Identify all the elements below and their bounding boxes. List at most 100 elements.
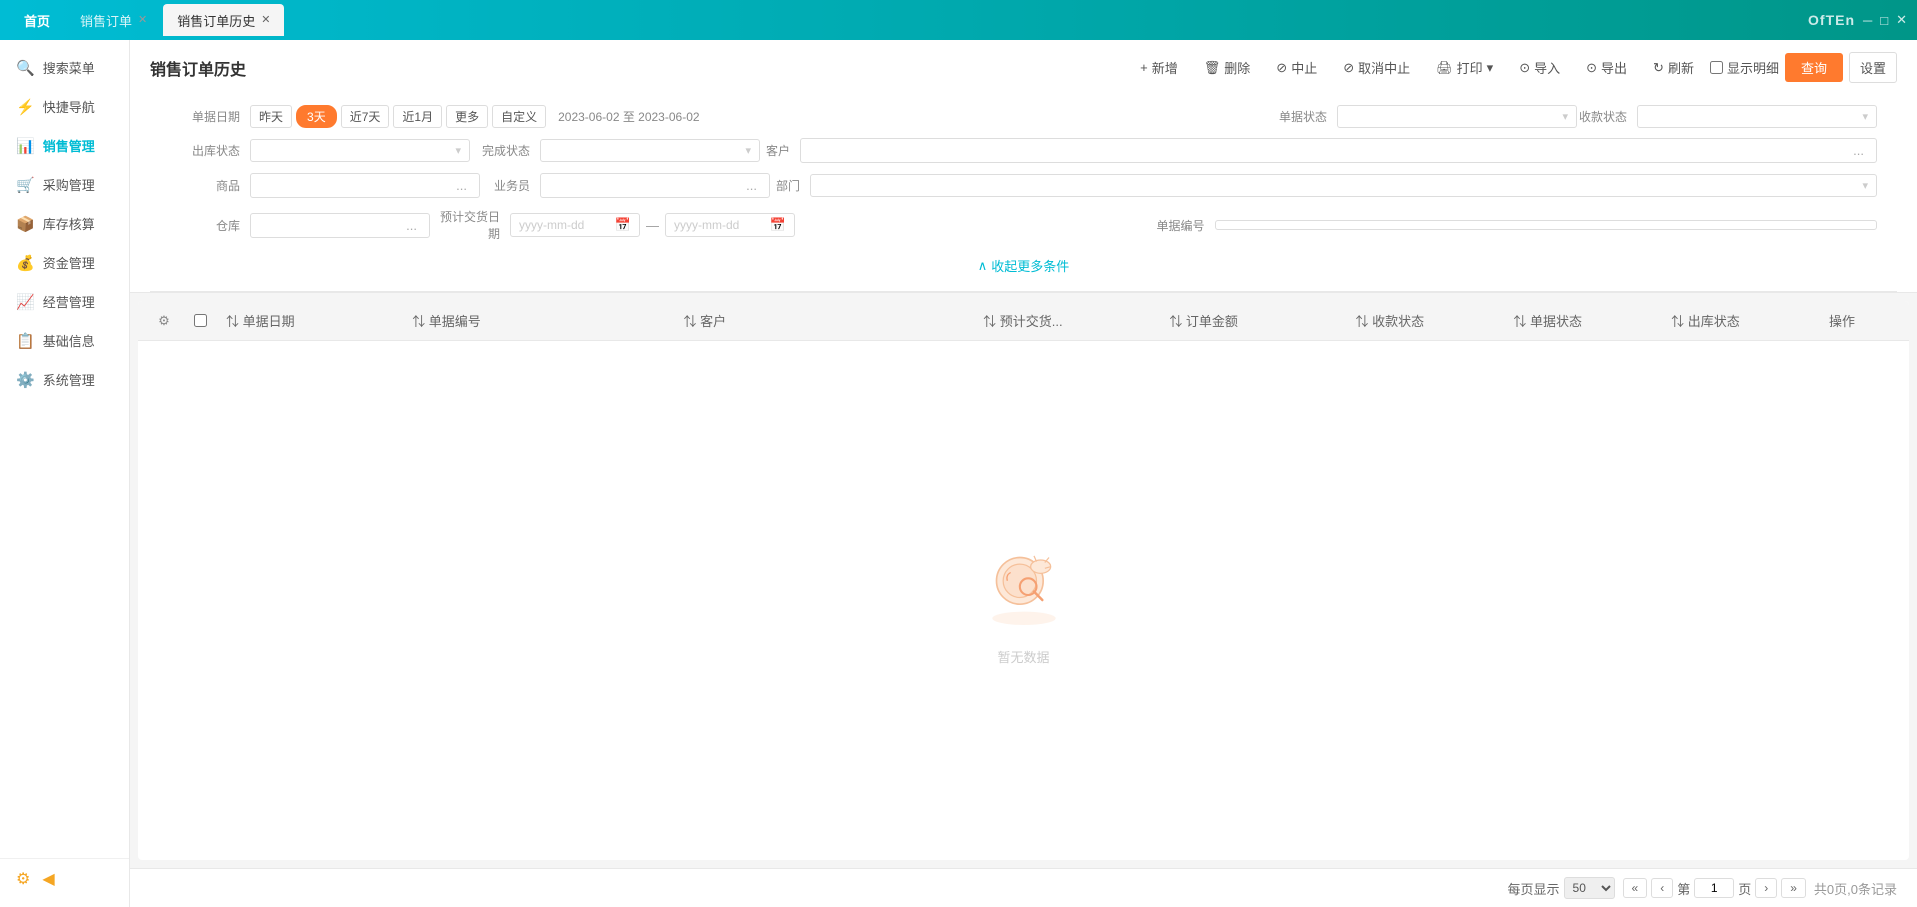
dept-chevron: ▾ <box>1862 179 1868 192</box>
import-icon: ⊙ <box>1519 60 1530 76</box>
page-title: 销售订单历史 <box>150 56 246 80</box>
tab-sales-order-close[interactable]: ✕ <box>138 15 147 26</box>
dept-select[interactable]: ▾ <box>810 174 1877 197</box>
basic-info-icon: 📋 <box>16 332 35 350</box>
last-page-button[interactable]: » <box>1781 878 1806 898</box>
collapse-row[interactable]: ∧ 收起更多条件 <box>170 252 1877 279</box>
print-icon: 🖨 <box>1436 60 1453 76</box>
settings-button[interactable]: 设置 <box>1849 52 1897 83</box>
add-button[interactable]: + 新增 <box>1130 53 1188 82</box>
window-close[interactable]: ✕ <box>1896 12 1907 28</box>
stop-label: 中止 <box>1291 58 1317 77</box>
goods-input[interactable]: ... <box>250 173 480 198</box>
sidebar-item-quick-nav[interactable]: ⚡ 快捷导航 <box>0 87 129 126</box>
th-settings[interactable]: ⚙ <box>146 313 182 329</box>
query-button[interactable]: 查询 <box>1785 53 1843 82</box>
delivery-date-end-value: yyyy-mm-dd <box>674 218 770 232</box>
page-input[interactable] <box>1694 878 1734 898</box>
tab-sales-history-close[interactable]: ✕ <box>261 15 270 26</box>
date-filter-group: 昨天 3天 近7天 近1月 更多 自定义 2023-06-02 至 2023-0… <box>250 105 1277 128</box>
stock-status-chevron: ▾ <box>455 144 461 157</box>
date-btn-7days[interactable]: 近7天 <box>341 105 390 128</box>
customer-input[interactable]: ... <box>800 138 1877 163</box>
sidebar-item-search[interactable]: 🔍 搜索菜单 <box>0 48 129 87</box>
tab-sales-history[interactable]: 销售订单历史 ✕ <box>163 4 284 36</box>
export-button[interactable]: ⊙ 导出 <box>1576 53 1637 82</box>
delete-label: 删除 <box>1224 58 1250 77</box>
collapse-up-icon: ∧ <box>978 258 988 274</box>
date-btn-more[interactable]: 更多 <box>446 105 488 128</box>
refresh-button[interactable]: ↻ 刷新 <box>1643 53 1704 82</box>
sidebar-item-inventory[interactable]: 📦 库存核算 <box>0 204 129 243</box>
th-delivery[interactable]: ⇅ 预计交货... <box>975 311 1161 330</box>
brand-text: OfTEn <box>1808 12 1855 28</box>
th-stock-status-label: ⇅ 出库状态 <box>1671 311 1740 330</box>
page-size-dropdown[interactable]: 50 100 200 <box>1564 877 1615 899</box>
collapse-sidebar-icon[interactable]: ◀ <box>42 869 54 889</box>
date-btn-custom[interactable]: 自定义 <box>492 105 546 128</box>
delete-button[interactable]: 🗑 删除 <box>1194 53 1261 82</box>
sidebar-item-purchase-label: 采购管理 <box>43 175 95 194</box>
th-action-label: 操作 <box>1829 311 1855 330</box>
import-button[interactable]: ⊙ 导入 <box>1509 53 1570 82</box>
payment-status-select[interactable]: ▾ <box>1637 105 1877 128</box>
top-tabs: 首页 销售订单 ✕ 销售订单历史 ✕ <box>10 4 1808 36</box>
page-size-label: 每页显示 <box>1508 879 1560 898</box>
order-status-select[interactable]: ▾ <box>1337 105 1577 128</box>
next-page-button[interactable]: › <box>1755 878 1777 898</box>
stock-label: 出库状态 <box>170 142 250 159</box>
print-button[interactable]: 🖨 打印 ▾ <box>1426 53 1503 82</box>
date-btn-3days[interactable]: 3天 <box>296 105 337 128</box>
th-customer[interactable]: ⇅ 客户 <box>675 311 975 330</box>
order-no-input[interactable] <box>1215 220 1878 230</box>
window-minimize[interactable]: ─ <box>1863 13 1872 28</box>
cancel-stop-button[interactable]: ⊘ 取消中止 <box>1333 53 1420 82</box>
sidebar-item-operations[interactable]: 📈 经营管理 <box>0 282 129 321</box>
purchase-icon: 🛒 <box>16 176 35 194</box>
delivery-date-start[interactable]: yyyy-mm-dd 📅 <box>510 213 640 237</box>
stop-icon: ⊘ <box>1276 60 1287 76</box>
salesperson-dots[interactable]: ... <box>742 178 761 193</box>
calendar-end-icon[interactable]: 📅 <box>770 217 786 233</box>
th-payment-status-label: ⇅ 收款状态 <box>1356 311 1425 330</box>
th-order-number[interactable]: ⇅ 单据编号 <box>404 311 675 330</box>
date-btn-yesterday[interactable]: 昨天 <box>250 105 292 128</box>
prev-page-button[interactable]: ‹ <box>1651 878 1673 898</box>
th-payment-status[interactable]: ⇅ 收款状态 <box>1348 311 1506 330</box>
sidebar-item-purchase[interactable]: 🛒 采购管理 <box>0 165 129 204</box>
show-detail-checkbox[interactable] <box>1710 61 1723 74</box>
first-page-button[interactable]: « <box>1623 878 1648 898</box>
complete-label: 完成状态 <box>470 142 540 159</box>
sidebar-item-finance[interactable]: 💰 资金管理 <box>0 243 129 282</box>
stop-button[interactable]: ⊘ 中止 <box>1266 53 1327 82</box>
customer-dots[interactable]: ... <box>1849 143 1868 158</box>
tab-sales-order[interactable]: 销售订单 ✕ <box>66 4 161 36</box>
sidebar-item-basic-info[interactable]: 📋 基础信息 <box>0 321 129 360</box>
complete-status-select[interactable]: ▾ <box>540 139 760 162</box>
date-btn-month[interactable]: 近1月 <box>393 105 442 128</box>
warehouse-input[interactable]: ... <box>250 213 430 238</box>
th-date[interactable]: ⇅ 单据日期 <box>218 311 404 330</box>
th-order-status[interactable]: ⇅ 单据状态 <box>1505 311 1663 330</box>
stock-status-select[interactable]: ▾ <box>250 139 470 162</box>
window-maximize[interactable]: □ <box>1880 13 1888 28</box>
sidebar-bottom: ⚙ ◀ <box>0 858 129 899</box>
th-stock-status[interactable]: ⇅ 出库状态 <box>1663 311 1821 330</box>
salesperson-input[interactable]: ... <box>540 173 770 198</box>
th-order-status-label: ⇅ 单据状态 <box>1513 311 1582 330</box>
th-amount[interactable]: ⇅ 订单金额 <box>1161 311 1347 330</box>
pagination-bar: 每页显示 50 100 200 « ‹ 第 页 › » 共0页,0条记录 <box>130 868 1917 907</box>
calendar-start-icon[interactable]: 📅 <box>615 217 631 233</box>
goods-dots[interactable]: ... <box>452 178 471 193</box>
select-all-checkbox[interactable] <box>194 314 207 327</box>
tab-home[interactable]: 首页 <box>10 4 64 36</box>
refresh-icon: ↻ <box>1653 60 1664 76</box>
warehouse-dots[interactable]: ... <box>402 218 421 233</box>
sidebar-item-system[interactable]: ⚙️ 系统管理 <box>0 360 129 399</box>
page-size-select: 每页显示 50 100 200 <box>1508 877 1615 899</box>
delivery-date-end[interactable]: yyyy-mm-dd 📅 <box>665 213 795 237</box>
operations-icon: 📈 <box>16 293 35 311</box>
settings-bottom-icon[interactable]: ⚙ <box>16 869 30 889</box>
sidebar-item-sales[interactable]: 📊 销售管理 <box>0 126 129 165</box>
inventory-icon: 📦 <box>16 215 35 233</box>
